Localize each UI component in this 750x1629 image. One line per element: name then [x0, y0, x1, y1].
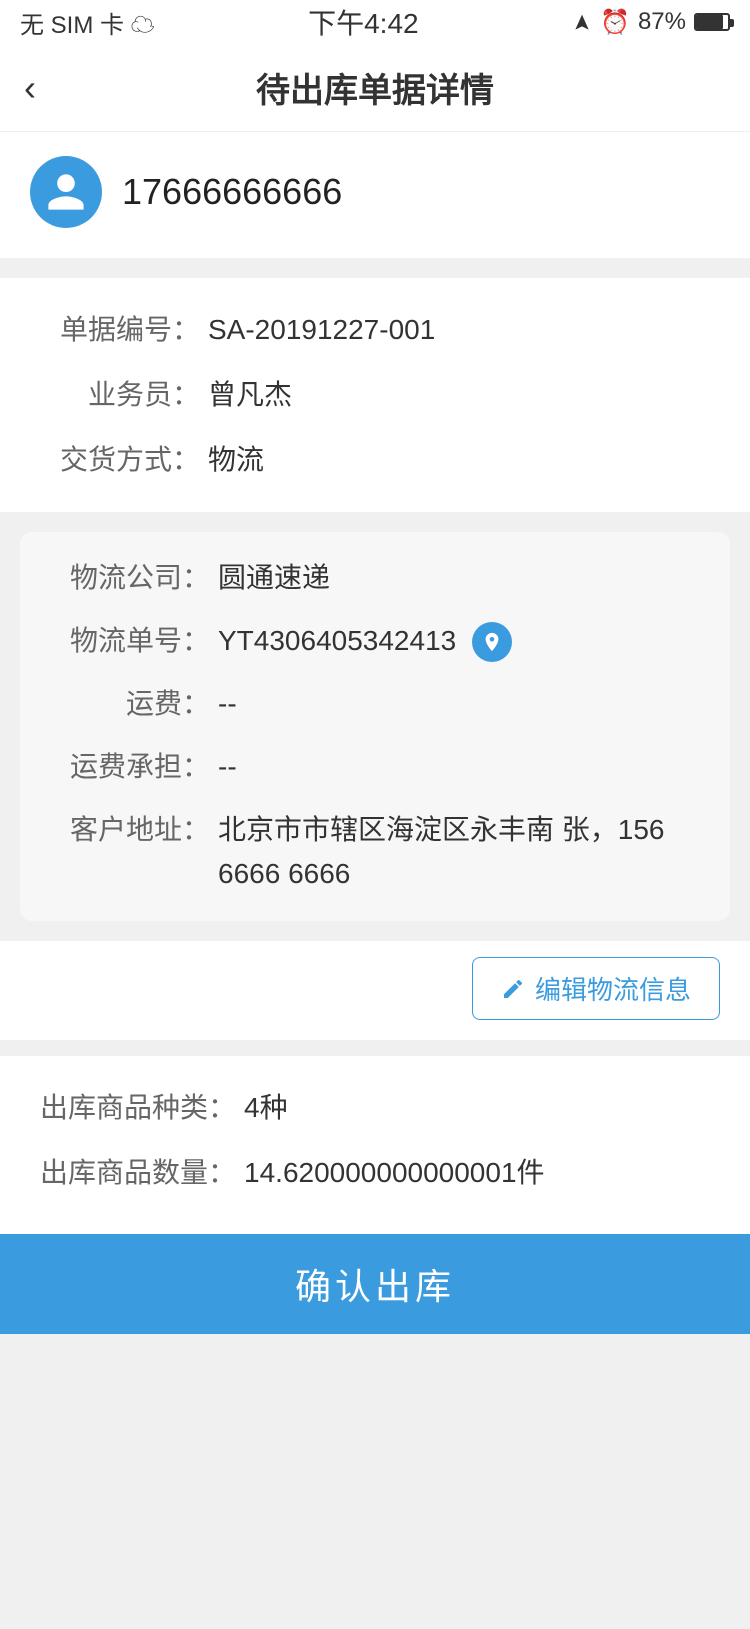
salesman-row: 业务员： 曾凡杰: [40, 373, 710, 418]
salesman-value: 曾凡杰: [208, 373, 710, 418]
logistics-company-value: 圆通速递: [218, 556, 700, 601]
back-button[interactable]: ‹: [24, 67, 36, 109]
battery-level: 87%: [638, 8, 686, 36]
status-right: ⏰ 87%: [572, 8, 730, 37]
delivery-row: 交货方式： 物流: [40, 438, 710, 483]
outbound-type-row: 出库商品种类： 4种: [40, 1086, 710, 1131]
dashed-separator: [0, 252, 750, 258]
outbound-qty-row: 出库商品数量： 14.620000000000001件: [40, 1151, 710, 1196]
bottom-spacer: [0, 1329, 750, 1529]
alarm-icon: ⏰: [600, 8, 630, 37]
basic-info-section: 单据编号： SA-20191227-001 业务员： 曾凡杰 交货方式： 物流: [0, 278, 750, 512]
nav-bar: ‹ 待出库单据详情: [0, 44, 750, 132]
freight-label: 运费：: [50, 682, 210, 727]
tracking-number: YT4306405342413: [218, 619, 456, 664]
freight-row: 运费： --: [50, 682, 700, 727]
tracking-location-button[interactable]: [472, 622, 512, 662]
page-title: 待出库单据详情: [256, 63, 494, 112]
edit-btn-row: 编辑物流信息: [0, 941, 750, 1040]
outbound-qty-value: 14.620000000000001件: [244, 1151, 710, 1196]
logistics-company-row: 物流公司： 圆通速递: [50, 556, 700, 601]
doc-no-value: SA-20191227-001: [208, 308, 710, 353]
doc-no-row: 单据编号： SA-20191227-001: [40, 308, 710, 353]
outbound-type-label: 出库商品种类：: [40, 1086, 236, 1131]
tracking-value-row: YT4306405342413: [218, 619, 700, 664]
edit-logistics-button[interactable]: 编辑物流信息: [472, 957, 720, 1020]
address-row: 客户地址： 北京市市辖区海淀区永丰南 张，156 6666 6666: [50, 808, 700, 898]
doc-no-label: 单据编号：: [40, 308, 200, 353]
delivery-label: 交货方式：: [40, 438, 200, 483]
tracking-label: 物流单号：: [50, 619, 210, 664]
outbound-qty-label: 出库商品数量：: [40, 1151, 236, 1196]
address-value: 北京市市辖区海淀区永丰南 张，156 6666 6666: [218, 808, 700, 898]
salesman-label: 业务员：: [40, 373, 200, 418]
address-label: 客户地址：: [50, 808, 210, 853]
outbound-type-value: 4种: [244, 1086, 710, 1131]
status-bar: 无 SIM 卡 ☁ 下午4:42 ⏰ 87%: [0, 0, 750, 44]
logistics-company-label: 物流公司：: [50, 556, 210, 601]
location-pin-icon: [481, 631, 503, 653]
confirm-outbound-button[interactable]: 确认出库: [0, 1234, 750, 1334]
status-time: 下午4:42: [308, 2, 419, 42]
edit-icon: [501, 977, 525, 1001]
customer-header: 17666666666: [0, 132, 750, 252]
outbound-section: 出库商品种类： 4种 出库商品数量： 14.620000000000001件: [0, 1056, 750, 1226]
avatar: [30, 156, 102, 228]
edit-logistics-label: 编辑物流信息: [535, 970, 691, 1007]
status-left: 无 SIM 卡 ☁: [20, 5, 155, 40]
tracking-row: 物流单号： YT4306405342413: [50, 619, 700, 664]
user-icon: [44, 170, 88, 214]
freight-bearer-row: 运费承担： --: [50, 745, 700, 790]
battery-bar: [694, 13, 730, 31]
freight-bearer-label: 运费承担：: [50, 745, 210, 790]
sim-label: 无 SIM 卡 ☁: [20, 5, 155, 40]
freight-bearer-value: --: [218, 745, 700, 790]
delivery-value: 物流: [208, 438, 710, 483]
battery-icon: [572, 8, 592, 36]
customer-phone: 17666666666: [122, 171, 342, 213]
logistics-box: 物流公司： 圆通速递 物流单号： YT4306405342413 运费： -- …: [20, 532, 730, 921]
confirm-outbound-label: 确认出库: [295, 1258, 455, 1310]
section-divider: [0, 1040, 750, 1056]
freight-value: --: [218, 682, 700, 727]
